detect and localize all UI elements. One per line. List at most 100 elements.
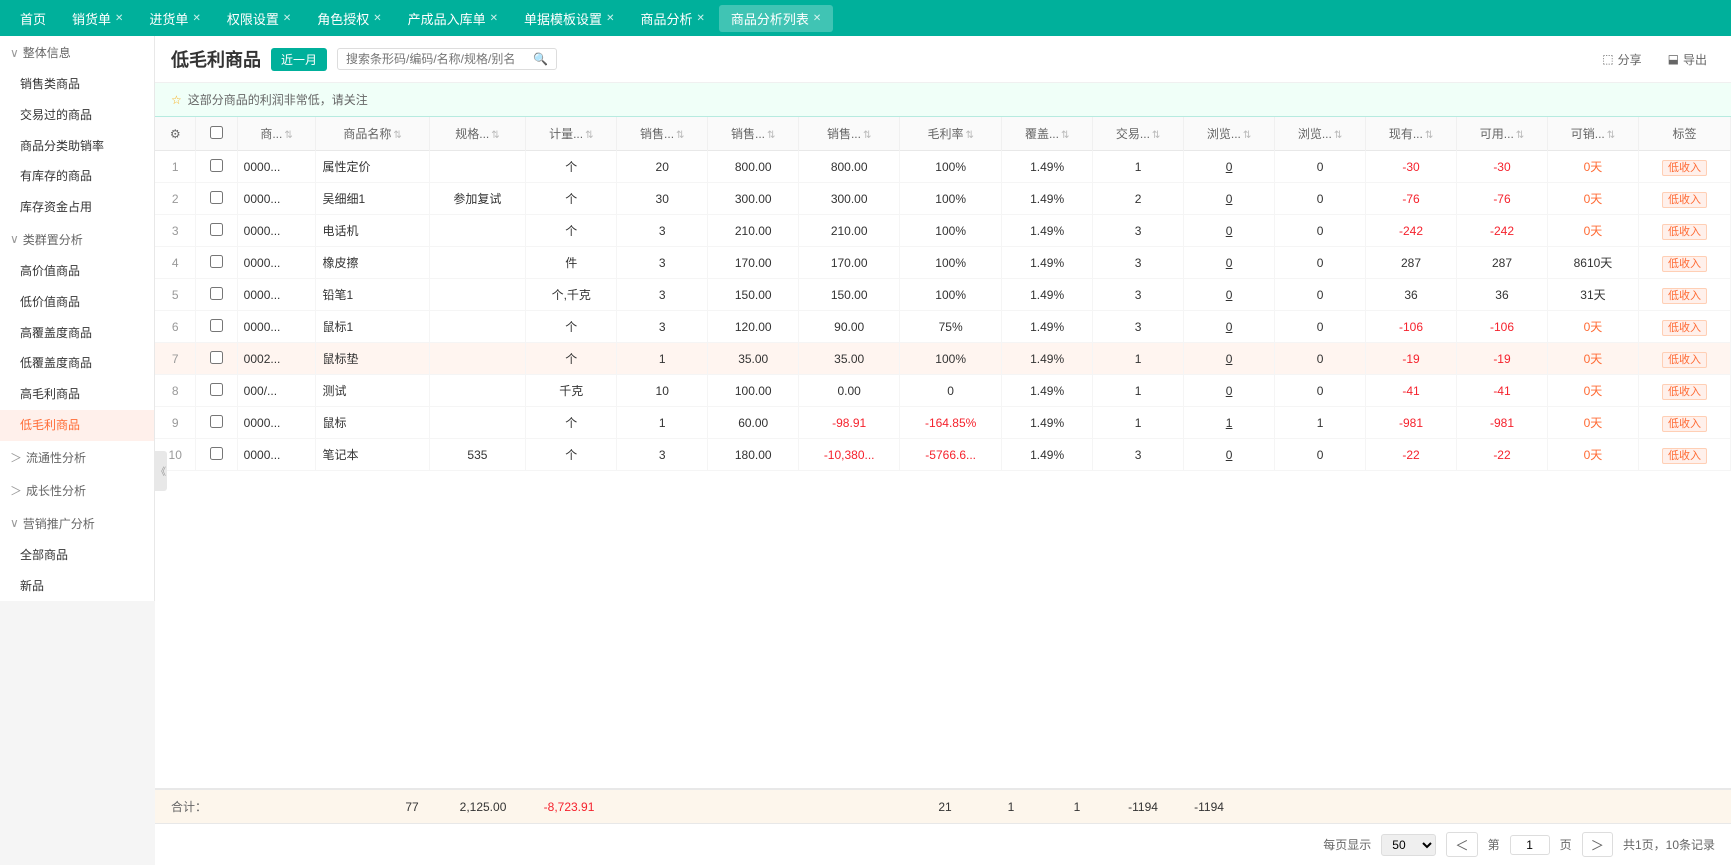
- row-checkbox[interactable]: [210, 319, 223, 332]
- nav-product-analysis-list[interactable]: 商品分析列表 ✕: [719, 5, 833, 32]
- view1-link[interactable]: 0: [1226, 320, 1233, 334]
- nav-product-analysis[interactable]: 商品分析 ✕: [628, 5, 716, 32]
- nav-home[interactable]: 首页: [8, 5, 58, 32]
- col-trade-count[interactable]: 交易...⇅: [1093, 117, 1184, 151]
- sidebar-group-overall[interactable]: ∨ 整体信息: [0, 36, 154, 69]
- row-view1[interactable]: 0: [1184, 247, 1275, 279]
- sidebar-item-low-coverage[interactable]: 低覆盖度商品: [0, 348, 154, 379]
- sidebar-item-high-coverage[interactable]: 高覆盖度商品: [0, 318, 154, 349]
- view1-link[interactable]: 0: [1226, 160, 1233, 174]
- search-box[interactable]: 🔍: [337, 48, 557, 70]
- view1-link[interactable]: 1: [1226, 416, 1233, 430]
- export-btn[interactable]: ⬓ 导出: [1660, 47, 1715, 72]
- next-page-btn[interactable]: ＞: [1582, 832, 1613, 857]
- row-checkbox-cell[interactable]: [196, 343, 237, 375]
- row-checkbox-cell[interactable]: [196, 183, 237, 215]
- nav-close-sales[interactable]: ✕: [115, 13, 123, 24]
- sidebar-group-cluster[interactable]: ∨ 类群置分析: [0, 223, 154, 256]
- time-filter-btn[interactable]: 近一月: [271, 48, 327, 71]
- sidebar-item-all-goods[interactable]: 全部商品: [0, 540, 154, 571]
- nav-permissions[interactable]: 权限设置 ✕: [215, 5, 303, 32]
- nav-close-analysis[interactable]: ✕: [696, 13, 704, 24]
- col-view2[interactable]: 浏览...⇅: [1275, 117, 1366, 151]
- settings-icon[interactable]: ⚙: [170, 127, 181, 141]
- row-checkbox[interactable]: [210, 159, 223, 172]
- sidebar-group-flow[interactable]: ＞ 流通性分析: [0, 441, 154, 474]
- view1-link[interactable]: 0: [1226, 192, 1233, 206]
- col-spec[interactable]: 规格...⇅: [429, 117, 526, 151]
- row-checkbox-cell[interactable]: [196, 279, 237, 311]
- col-unit[interactable]: 计量...⇅: [526, 117, 617, 151]
- nav-template-settings[interactable]: 单据模板设置 ✕: [512, 5, 626, 32]
- row-checkbox[interactable]: [210, 415, 223, 428]
- row-checkbox-cell[interactable]: [196, 247, 237, 279]
- sidebar-item-low-value[interactable]: 低价值商品: [0, 287, 154, 318]
- nav-close-role[interactable]: ✕: [373, 13, 381, 24]
- search-icon[interactable]: 🔍: [533, 52, 548, 66]
- view1-link[interactable]: 0: [1226, 256, 1233, 270]
- col-current-stock[interactable]: 现有...⇅: [1366, 117, 1457, 151]
- nav-purchase-order[interactable]: 进货单 ✕: [137, 5, 212, 32]
- row-view1[interactable]: 0: [1184, 311, 1275, 343]
- nav-close-template[interactable]: ✕: [606, 13, 614, 24]
- col-sales-gross[interactable]: 销售...⇅: [799, 117, 900, 151]
- row-view1[interactable]: 0: [1184, 439, 1275, 471]
- select-all-checkbox[interactable]: [210, 126, 223, 139]
- sidebar-item-high-value[interactable]: 高价值商品: [0, 256, 154, 287]
- row-view1[interactable]: 0: [1184, 343, 1275, 375]
- sidebar-item-new-goods[interactable]: 新品: [0, 571, 154, 602]
- col-saleable[interactable]: 可销...⇅: [1547, 117, 1638, 151]
- share-btn[interactable]: ⬚ 分享: [1594, 47, 1649, 72]
- row-checkbox[interactable]: [210, 447, 223, 460]
- row-view1[interactable]: 0: [1184, 215, 1275, 247]
- col-settings[interactable]: ⚙: [155, 117, 196, 151]
- view1-link[interactable]: 0: [1226, 448, 1233, 462]
- row-checkbox[interactable]: [210, 287, 223, 300]
- page-size-select[interactable]: 20 50 100: [1381, 834, 1436, 856]
- page-number-input[interactable]: [1510, 835, 1550, 855]
- sidebar-item-capital[interactable]: 库存资金占用: [0, 192, 154, 223]
- sidebar-item-low-margin[interactable]: 低毛利商品: [0, 410, 154, 441]
- col-name[interactable]: 商品名称⇅: [316, 117, 429, 151]
- view1-link[interactable]: 0: [1226, 288, 1233, 302]
- sidebar-item-category-rate[interactable]: 商品分类助销率: [0, 131, 154, 162]
- row-checkbox-cell[interactable]: [196, 439, 237, 471]
- row-checkbox-cell[interactable]: [196, 151, 237, 183]
- row-checkbox-cell[interactable]: [196, 375, 237, 407]
- view1-link[interactable]: 0: [1226, 224, 1233, 238]
- row-checkbox-cell[interactable]: [196, 215, 237, 247]
- search-input[interactable]: [346, 52, 533, 66]
- col-cover-rate[interactable]: 覆盖...⇅: [1002, 117, 1093, 151]
- sidebar-item-sales-goods[interactable]: 销售类商品: [0, 69, 154, 100]
- col-sales-qty[interactable]: 销售...⇅: [617, 117, 708, 151]
- row-checkbox[interactable]: [210, 383, 223, 396]
- row-checkbox[interactable]: [210, 351, 223, 364]
- row-checkbox[interactable]: [210, 191, 223, 204]
- nav-close-product[interactable]: ✕: [490, 13, 498, 24]
- col-view1[interactable]: 浏览...⇅: [1184, 117, 1275, 151]
- sidebar-group-growth[interactable]: ＞ 成长性分析: [0, 474, 154, 507]
- nav-close-purchase[interactable]: ✕: [192, 13, 200, 24]
- row-checkbox[interactable]: [210, 255, 223, 268]
- nav-sales-order[interactable]: 销货单 ✕: [60, 5, 135, 32]
- sidebar-item-traded-goods[interactable]: 交易过的商品: [0, 100, 154, 131]
- nav-product-entry[interactable]: 产成品入库单 ✕: [396, 5, 510, 32]
- col-gross-rate[interactable]: 毛利率⇅: [900, 117, 1002, 151]
- nav-close-permissions[interactable]: ✕: [283, 13, 291, 24]
- nav-role-auth[interactable]: 角色授权 ✕: [305, 5, 393, 32]
- sidebar-collapse-btn[interactable]: 《: [155, 451, 167, 491]
- sidebar-item-stocked-goods[interactable]: 有库存的商品: [0, 161, 154, 192]
- row-view1[interactable]: 0: [1184, 279, 1275, 311]
- row-view1[interactable]: 0: [1184, 183, 1275, 215]
- view1-link[interactable]: 0: [1226, 384, 1233, 398]
- col-sales-price[interactable]: 销售...⇅: [708, 117, 799, 151]
- sidebar-group-marketing[interactable]: ∨ 营销推广分析: [0, 507, 154, 540]
- row-view1[interactable]: 0: [1184, 151, 1275, 183]
- col-available[interactable]: 可用...⇅: [1457, 117, 1548, 151]
- row-checkbox-cell[interactable]: [196, 311, 237, 343]
- nav-close-list[interactable]: ✕: [813, 13, 821, 24]
- row-checkbox[interactable]: [210, 223, 223, 236]
- col-code[interactable]: 商...⇅: [237, 117, 316, 151]
- view1-link[interactable]: 0: [1226, 352, 1233, 366]
- row-checkbox-cell[interactable]: [196, 407, 237, 439]
